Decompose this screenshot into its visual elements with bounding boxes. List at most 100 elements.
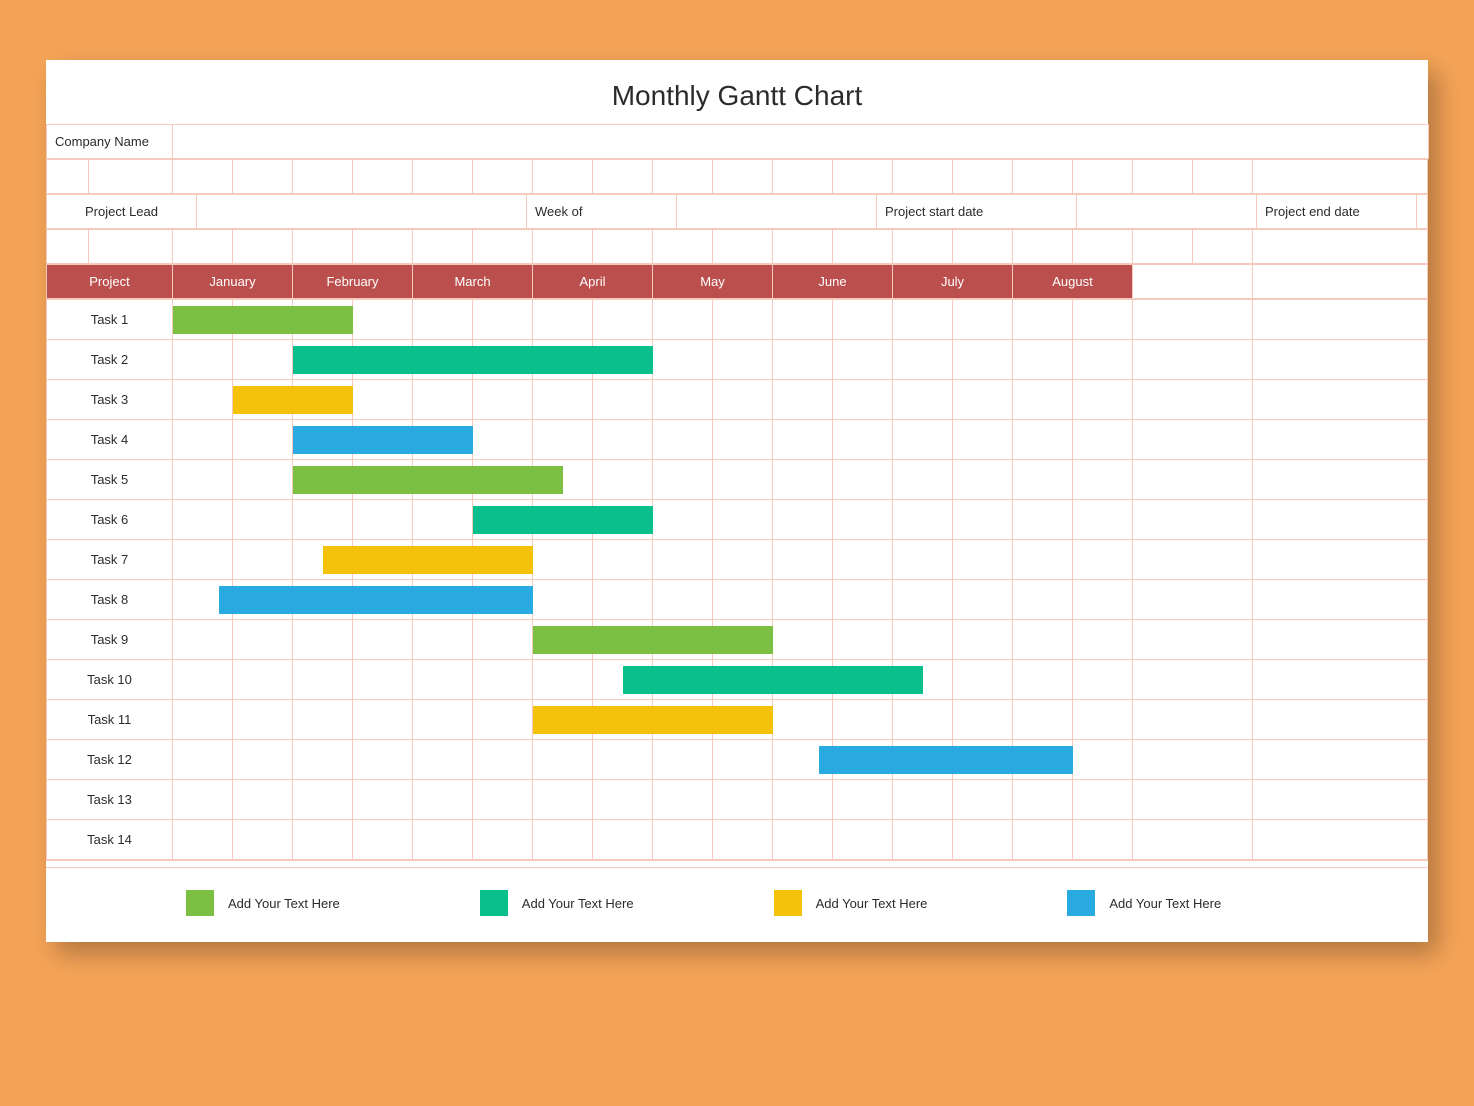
gantt-cell[interactable]: [953, 340, 1013, 380]
gantt-cell[interactable]: [1133, 780, 1253, 820]
gantt-cell[interactable]: [593, 340, 653, 380]
gantt-cell[interactable]: [893, 580, 953, 620]
gantt-cell[interactable]: [893, 500, 953, 540]
gantt-cell[interactable]: [1253, 580, 1428, 620]
gantt-cell[interactable]: [1073, 660, 1133, 700]
gantt-cell[interactable]: [473, 620, 533, 660]
gantt-cell[interactable]: [953, 500, 1013, 540]
gantt-cell[interactable]: [173, 500, 233, 540]
gantt-cell[interactable]: [893, 820, 953, 860]
gantt-cell[interactable]: [473, 700, 533, 740]
gantt-cell[interactable]: [173, 580, 233, 620]
gantt-cell[interactable]: [1013, 300, 1073, 340]
gantt-cell[interactable]: [413, 740, 473, 780]
gantt-cell[interactable]: [833, 500, 893, 540]
gantt-cell[interactable]: [1013, 820, 1073, 860]
gantt-cell[interactable]: [953, 780, 1013, 820]
gantt-cell[interactable]: [533, 340, 593, 380]
gantt-cell[interactable]: [353, 700, 413, 740]
gantt-cell[interactable]: [1013, 500, 1073, 540]
gantt-cell[interactable]: [773, 660, 833, 700]
gantt-cell[interactable]: [833, 340, 893, 380]
company-name-cell[interactable]: [173, 125, 1429, 159]
gantt-cell[interactable]: [593, 380, 653, 420]
gantt-cell[interactable]: [1073, 820, 1133, 860]
gantt-cell[interactable]: [653, 620, 713, 660]
gantt-cell[interactable]: [533, 780, 593, 820]
gantt-cell[interactable]: [233, 620, 293, 660]
gantt-cell[interactable]: [1073, 540, 1133, 580]
gantt-cell[interactable]: [293, 620, 353, 660]
gantt-cell[interactable]: [1013, 780, 1073, 820]
project-start-cell[interactable]: [1077, 195, 1257, 229]
gantt-cell[interactable]: [353, 820, 413, 860]
gantt-cell[interactable]: [1013, 460, 1073, 500]
gantt-cell[interactable]: [1133, 700, 1253, 740]
gantt-cell[interactable]: [653, 340, 713, 380]
gantt-cell[interactable]: [653, 460, 713, 500]
gantt-cell[interactable]: [953, 380, 1013, 420]
gantt-cell[interactable]: [713, 580, 773, 620]
gantt-cell[interactable]: [1073, 620, 1133, 660]
gantt-cell[interactable]: [653, 540, 713, 580]
gantt-cell[interactable]: [353, 780, 413, 820]
gantt-cell[interactable]: [1073, 580, 1133, 620]
gantt-cell[interactable]: [413, 700, 473, 740]
gantt-cell[interactable]: [473, 540, 533, 580]
gantt-cell[interactable]: [773, 420, 833, 460]
gantt-cell[interactable]: [773, 780, 833, 820]
gantt-cell[interactable]: [1253, 780, 1428, 820]
gantt-cell[interactable]: [293, 740, 353, 780]
gantt-cell[interactable]: [233, 460, 293, 500]
gantt-cell[interactable]: [593, 660, 653, 700]
gantt-cell[interactable]: [353, 460, 413, 500]
gantt-cell[interactable]: [413, 820, 473, 860]
gantt-cell[interactable]: [1013, 340, 1073, 380]
week-of-cell[interactable]: [677, 195, 877, 229]
gantt-cell[interactable]: [1073, 700, 1133, 740]
gantt-cell[interactable]: [173, 660, 233, 700]
gantt-cell[interactable]: [473, 780, 533, 820]
gantt-cell[interactable]: [653, 420, 713, 460]
gantt-cell[interactable]: [833, 460, 893, 500]
gantt-cell[interactable]: [233, 540, 293, 580]
gantt-cell[interactable]: [1253, 420, 1428, 460]
gantt-cell[interactable]: [653, 780, 713, 820]
gantt-cell[interactable]: [833, 580, 893, 620]
gantt-cell[interactable]: [833, 820, 893, 860]
gantt-cell[interactable]: [833, 700, 893, 740]
gantt-cell[interactable]: [593, 620, 653, 660]
gantt-cell[interactable]: [533, 620, 593, 660]
gantt-cell[interactable]: [593, 580, 653, 620]
gantt-cell[interactable]: [833, 780, 893, 820]
gantt-cell[interactable]: [953, 620, 1013, 660]
gantt-cell[interactable]: [233, 300, 293, 340]
gantt-cell[interactable]: [1133, 580, 1253, 620]
gantt-cell[interactable]: [953, 580, 1013, 620]
gantt-cell[interactable]: [593, 500, 653, 540]
gantt-cell[interactable]: [173, 780, 233, 820]
gantt-cell[interactable]: [473, 340, 533, 380]
gantt-cell[interactable]: [413, 380, 473, 420]
gantt-cell[interactable]: [593, 740, 653, 780]
gantt-cell[interactable]: [233, 340, 293, 380]
gantt-cell[interactable]: [893, 340, 953, 380]
gantt-cell[interactable]: [593, 540, 653, 580]
gantt-cell[interactable]: [473, 740, 533, 780]
gantt-cell[interactable]: [773, 820, 833, 860]
gantt-cell[interactable]: [1253, 820, 1428, 860]
gantt-cell[interactable]: [1013, 420, 1073, 460]
gantt-cell[interactable]: [893, 460, 953, 500]
gantt-cell[interactable]: [953, 660, 1013, 700]
gantt-cell[interactable]: [173, 460, 233, 500]
gantt-cell[interactable]: [953, 540, 1013, 580]
gantt-cell[interactable]: [833, 740, 893, 780]
gantt-cell[interactable]: [713, 380, 773, 420]
gantt-cell[interactable]: [773, 500, 833, 540]
gantt-cell[interactable]: [1253, 700, 1428, 740]
gantt-cell[interactable]: [1133, 660, 1253, 700]
gantt-cell[interactable]: [233, 740, 293, 780]
gantt-cell[interactable]: [353, 300, 413, 340]
gantt-cell[interactable]: [833, 300, 893, 340]
gantt-cell[interactable]: [1253, 660, 1428, 700]
